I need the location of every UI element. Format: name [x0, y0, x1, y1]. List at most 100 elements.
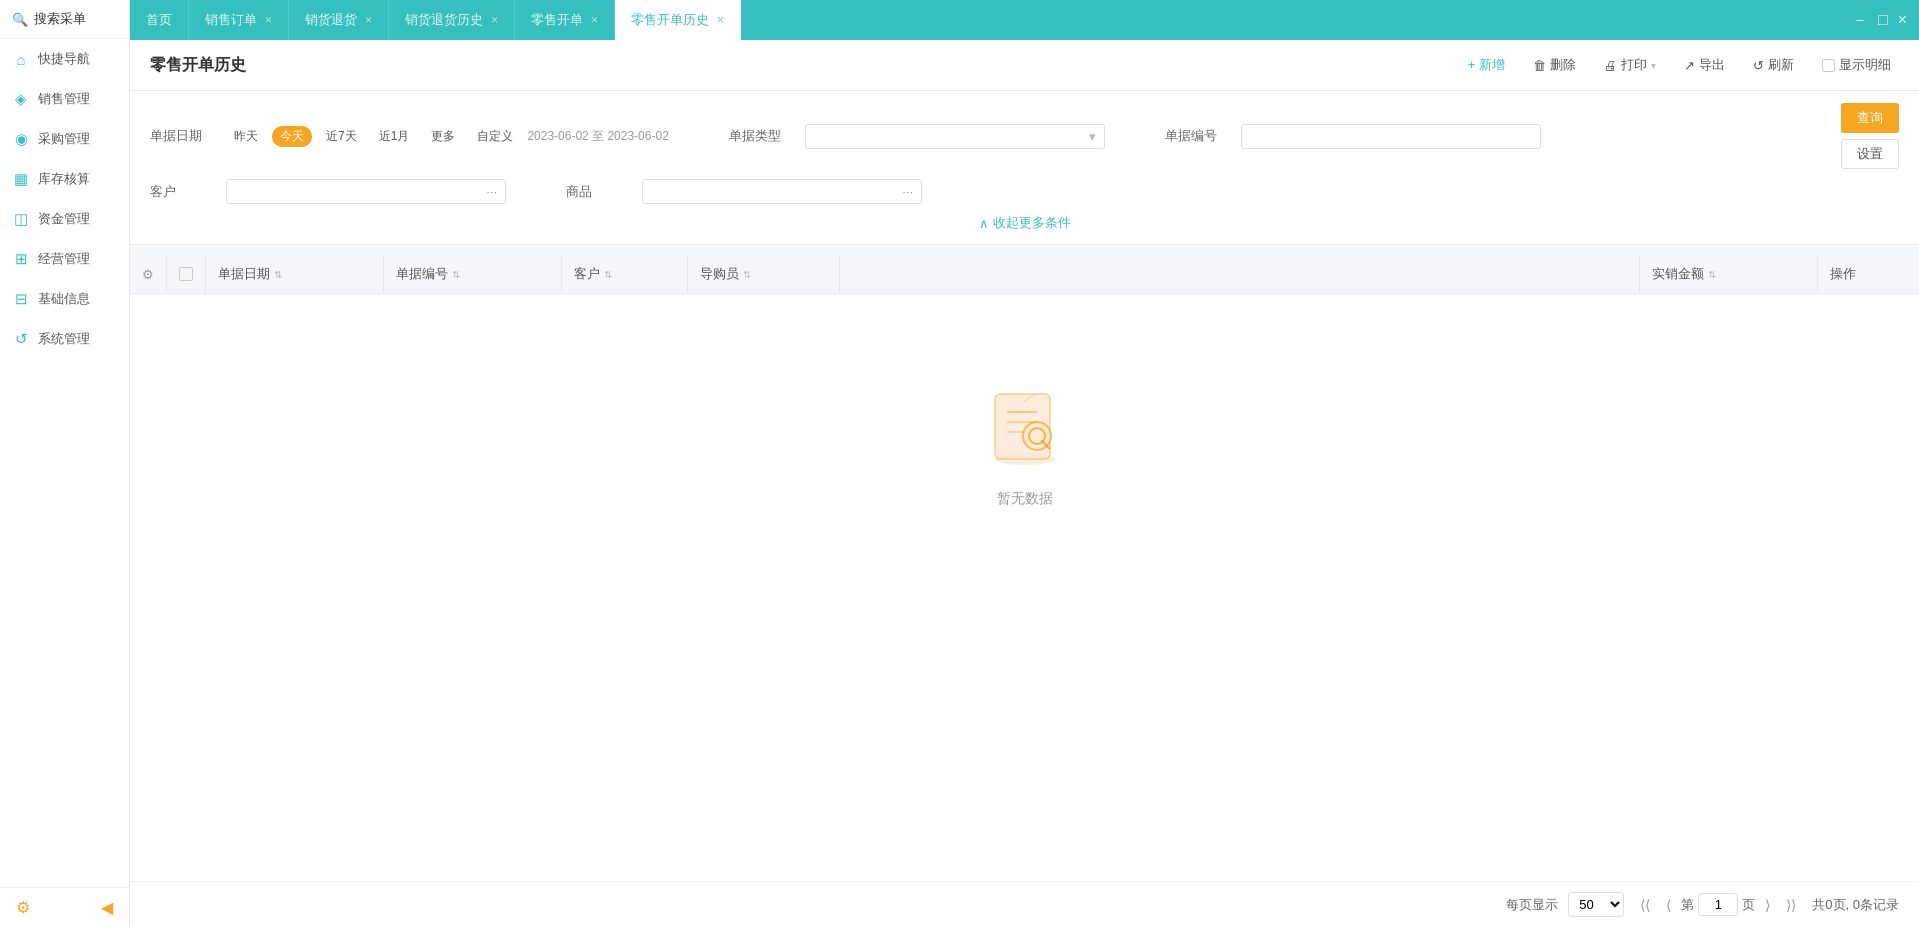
- add-button[interactable]: + 新增: [1460, 52, 1513, 78]
- print-dropdown-icon: ▾: [1651, 60, 1656, 71]
- table-wrapper: ⚙ 单据日期 ⇅: [130, 255, 1919, 588]
- col-amount: 实销金额 ⇅: [1640, 255, 1818, 294]
- col-doc-no: 单据编号 ⇅: [384, 255, 562, 294]
- sidebar-item-label: 资金管理: [38, 210, 90, 228]
- tab-home[interactable]: 首页: [130, 0, 189, 40]
- tab-close-icon[interactable]: ×: [717, 13, 724, 27]
- collapse-filter-btn[interactable]: ∧ 收起更多条件: [150, 214, 1899, 232]
- tab-close-icon[interactable]: ×: [265, 13, 272, 27]
- sort-customer[interactable]: 客户 ⇅: [574, 265, 675, 283]
- doc-type-select[interactable]: ▾: [805, 124, 1105, 149]
- sidebar-item-purchase-mgmt[interactable]: ◉ 采购管理: [0, 119, 129, 159]
- customer-input[interactable]: ···: [226, 179, 506, 204]
- delete-button[interactable]: 🗑 删除: [1525, 52, 1584, 78]
- dropdown-icon: ▾: [1089, 129, 1096, 144]
- sidebar-item-label: 采购管理: [38, 130, 90, 148]
- tab-sales-order[interactable]: 销售订单 ×: [189, 0, 289, 40]
- date-yesterday[interactable]: 昨天: [226, 126, 266, 147]
- query-button[interactable]: 查询: [1841, 103, 1899, 133]
- tab-retail-open[interactable]: 零售开单 ×: [515, 0, 615, 40]
- sidebar-item-finance[interactable]: ◫ 资金管理: [0, 199, 129, 239]
- sort-guide[interactable]: 导购员 ⇅: [700, 265, 827, 283]
- sidebar-item-label: 基础信息: [38, 290, 90, 308]
- sort-doc-no-icon: ⇅: [452, 269, 460, 280]
- empty-state: 暂无数据: [130, 294, 1919, 588]
- tab-bar-right: － □ ×: [1852, 10, 1919, 31]
- main-area: 首页 销售订单 × 销货退货 × 销货退货历史 × 零售开单 × 零售开单历史 …: [130, 0, 1919, 927]
- export-label: 导出: [1699, 56, 1725, 74]
- page-header: 零售开单历史 + 新增 🗑 删除 🖨 打印 ▾ ↗: [130, 40, 1919, 91]
- pagination-nav: ⟨⟨ ⟨ 第 页 ⟩ ⟩⟩: [1634, 893, 1802, 916]
- customer-ellipsis-icon: ···: [486, 184, 497, 199]
- date-1month[interactable]: 近1月: [371, 126, 418, 147]
- print-label: 打印: [1621, 56, 1647, 74]
- tab-sales-return-history[interactable]: 销货退货历史 ×: [389, 0, 515, 40]
- collapse-sidebar-icon[interactable]: ◀: [101, 898, 113, 917]
- sort-amount[interactable]: 实销金额 ⇅: [1652, 265, 1805, 283]
- tab-close-icon[interactable]: ×: [491, 13, 498, 27]
- select-all-checkbox[interactable]: [179, 267, 193, 281]
- sort-amount-icon: ⇅: [1708, 269, 1716, 280]
- refresh-button[interactable]: ↺ 刷新: [1745, 52, 1802, 78]
- sidebar-search[interactable]: 🔍 搜索采单: [0, 0, 129, 39]
- sidebar-item-operations[interactable]: ⊞ 经营管理: [0, 239, 129, 279]
- settings-button[interactable]: 设置: [1841, 139, 1899, 169]
- last-page-btn[interactable]: ⟩⟩: [1780, 895, 1802, 915]
- toolbar: + 新增 🗑 删除 🖨 打印 ▾ ↗ 导出: [1460, 52, 1899, 78]
- col-doc-no-label: 单据编号: [396, 265, 448, 283]
- tab-close-icon[interactable]: ×: [365, 13, 372, 27]
- date-more[interactable]: 更多: [423, 126, 463, 147]
- per-page-select[interactable]: 50 100 200: [1568, 892, 1624, 917]
- doc-no-input[interactable]: [1241, 124, 1541, 149]
- col-customer: 客户 ⇅: [562, 255, 688, 294]
- next-page-btn[interactable]: ⟩: [1759, 895, 1776, 915]
- tab-label: 零售开单历史: [631, 11, 709, 29]
- doc-no-label: 单据编号: [1165, 127, 1221, 145]
- sort-date[interactable]: 单据日期 ⇅: [218, 265, 371, 283]
- col-settings: ⚙: [130, 255, 167, 294]
- sidebar-item-sys-mgmt[interactable]: ↺ 系统管理: [0, 319, 129, 359]
- print-icon: 🖨: [1604, 58, 1617, 73]
- delete-icon: 🗑: [1533, 58, 1546, 73]
- date-range-display: 2023-06-02 至 2023-06-02: [527, 128, 668, 145]
- tab-retail-history[interactable]: 零售开单历史 ×: [615, 0, 741, 40]
- col-date: 单据日期 ⇅: [206, 255, 384, 294]
- per-page-label: 每页显示: [1506, 896, 1558, 914]
- sidebar-item-label: 销售管理: [38, 90, 90, 108]
- sidebar-item-sales-mgmt[interactable]: ◈ 销售管理: [0, 79, 129, 119]
- tab-close-icon[interactable]: ×: [591, 13, 598, 27]
- sidebar-item-basic-info[interactable]: ⊟ 基础信息: [0, 279, 129, 319]
- window-maximize[interactable]: □: [1878, 11, 1888, 29]
- sort-doc-no[interactable]: 单据编号 ⇅: [396, 265, 549, 283]
- col-customer-label: 客户: [574, 265, 600, 283]
- window-close[interactable]: ×: [1898, 11, 1907, 29]
- goods-input[interactable]: ···: [642, 179, 922, 204]
- col-action-label: 操作: [1830, 266, 1856, 281]
- date-custom[interactable]: 自定义: [469, 126, 521, 147]
- export-button[interactable]: ↗ 导出: [1676, 52, 1733, 78]
- page-input[interactable]: [1698, 893, 1738, 916]
- doc-type-label: 单据类型: [729, 127, 785, 145]
- print-button[interactable]: 🖨 打印 ▾: [1596, 52, 1664, 78]
- sales-icon: ◈: [12, 90, 30, 108]
- goods-ellipsis-icon: ···: [902, 184, 913, 199]
- window-minimize[interactable]: －: [1852, 10, 1868, 31]
- date-filter-label: 单据日期: [150, 127, 206, 145]
- col-guide: 导购员 ⇅: [688, 255, 840, 294]
- sidebar-item-quick-nav[interactable]: ⌂ 快捷导航: [0, 39, 129, 79]
- settings-bottom-icon[interactable]: ⚙: [16, 898, 30, 917]
- date-7days[interactable]: 近7天: [318, 126, 365, 147]
- add-label: + 新增: [1468, 56, 1505, 74]
- table-settings-icon[interactable]: ⚙: [142, 267, 154, 282]
- basic-icon: ⊟: [12, 290, 30, 308]
- col-amount-label: 实销金额: [1652, 265, 1704, 283]
- tab-sales-return[interactable]: 销货退货 ×: [289, 0, 389, 40]
- date-today[interactable]: 今天: [272, 126, 312, 147]
- sidebar-item-inventory[interactable]: ▦ 库存核算: [0, 159, 129, 199]
- sort-customer-icon: ⇅: [604, 269, 612, 280]
- first-page-btn[interactable]: ⟨⟨: [1634, 895, 1656, 915]
- refresh-icon: ↺: [1753, 58, 1764, 73]
- sidebar-item-label: 经营管理: [38, 250, 90, 268]
- prev-page-btn[interactable]: ⟨: [1660, 895, 1677, 915]
- display-detail-button[interactable]: 显示明细: [1814, 52, 1899, 78]
